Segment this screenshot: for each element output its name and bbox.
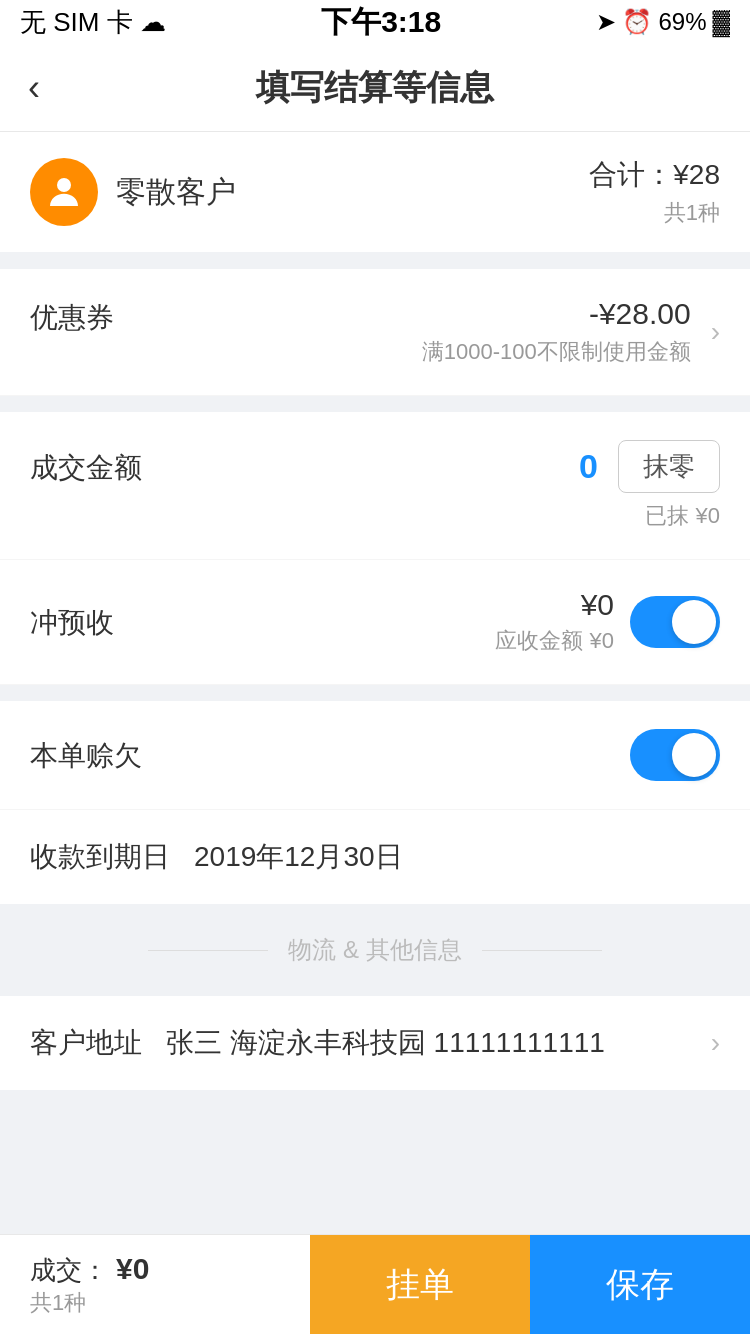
transaction-sub: 已抹 ¥0 <box>30 501 720 531</box>
status-left: 无 SIM 卡 ☁ <box>20 5 166 40</box>
total-amount: 合计：¥28 <box>589 156 720 194</box>
coupon-value-block: -¥28.00 满1000-100不限制使用金额 <box>422 297 691 367</box>
coupon-value: -¥28.00 <box>422 297 691 331</box>
due-date-value: 2019年12月30日 <box>194 838 403 876</box>
gap-1 <box>0 253 750 269</box>
prereceive-row: 冲预收 ¥0 应收金额 ¥0 <box>0 560 750 685</box>
page-title: 填写结算等信息 <box>256 65 494 111</box>
transaction-top: 成交金额 0 抹零 <box>30 440 720 493</box>
coupon-row[interactable]: 优惠券 -¥28.00 满1000-100不限制使用金额 › <box>0 269 750 396</box>
gap-3 <box>0 685 750 701</box>
user-icon <box>43 171 85 213</box>
logistics-label: 物流 & 其他信息 <box>148 934 601 966</box>
location-icon: ➤ <box>596 8 616 36</box>
nav-bar: ‹ 填写结算等信息 <box>0 44 750 132</box>
prereceive-amount: ¥0 <box>495 588 614 622</box>
toggle-knob <box>672 600 716 644</box>
status-time: 下午3:18 <box>321 2 441 43</box>
bottom-summary-top: 成交： ¥0 <box>30 1252 280 1288</box>
gap-12 <box>0 1186 750 1202</box>
total-count: 共1种 <box>589 198 720 228</box>
bottom-summary: 成交： ¥0 共1种 <box>0 1252 310 1318</box>
transaction-label: 成交金额 <box>30 447 142 487</box>
customer-name: 零散客户 <box>116 172 236 213</box>
arrears-label: 本单赊欠 <box>30 735 142 775</box>
sim-wifi-label: 无 SIM 卡 ☁ <box>20 5 166 40</box>
deal-label: 成交： <box>30 1253 108 1288</box>
arrears-toggle-knob <box>672 733 716 777</box>
gap-10 <box>0 1154 750 1170</box>
prereceive-sub: 应收金额 ¥0 <box>495 626 614 656</box>
address-label: 客户地址 <box>30 1024 142 1062</box>
coupon-label: 优惠券 <box>30 297 114 337</box>
svg-point-0 <box>57 178 71 192</box>
hold-button[interactable]: 挂单 <box>310 1235 530 1335</box>
status-right: ➤ ⏰ 69% ▓ <box>596 8 730 36</box>
transaction-input-wrap: 0 抹零 <box>579 440 720 493</box>
due-date-row[interactable]: 收款到期日 2019年12月30日 <box>0 809 750 904</box>
gap-2 <box>0 396 750 412</box>
address-chevron: › <box>711 1027 720 1059</box>
transaction-row: 成交金额 0 抹零 已抹 ¥0 <box>0 412 750 560</box>
back-button[interactable]: ‹ <box>28 67 40 109</box>
coupon-chevron: › <box>711 316 720 348</box>
status-bar: 无 SIM 卡 ☁ 下午3:18 ➤ ⏰ 69% ▓ <box>0 0 750 44</box>
gap-5 <box>0 980 750 996</box>
battery-label: 69% <box>658 8 706 36</box>
deal-count: 共1种 <box>30 1288 280 1318</box>
content-area: 零散客户 合计：¥28 共1种 优惠券 -¥28.00 满1000-100不限制… <box>0 132 750 1322</box>
gap-6 <box>0 1090 750 1106</box>
logistics-divider: 物流 & 其他信息 <box>0 920 750 980</box>
customer-row: 零散客户 合计：¥28 共1种 <box>0 132 750 253</box>
arrears-row: 本单赊欠 <box>0 701 750 809</box>
round-button[interactable]: 抹零 <box>618 440 720 493</box>
arrears-toggle[interactable] <box>630 729 720 781</box>
gap-9 <box>0 1138 750 1154</box>
prereceive-label: 冲预收 <box>30 602 114 642</box>
transaction-value[interactable]: 0 <box>579 447 598 486</box>
coupon-right: -¥28.00 满1000-100不限制使用金额 › <box>422 297 720 367</box>
alarm-icon: ⏰ <box>622 8 652 36</box>
coupon-desc: 满1000-100不限制使用金额 <box>422 337 691 367</box>
prereceive-toggle[interactable] <box>630 596 720 648</box>
bottom-bar: 成交： ¥0 共1种 挂单 保存 <box>0 1234 750 1334</box>
customer-avatar <box>30 158 98 226</box>
prereceive-vals: ¥0 应收金额 ¥0 <box>495 588 614 656</box>
battery-icon: ▓ <box>713 8 731 36</box>
deal-amount: ¥0 <box>116 1252 149 1286</box>
due-date-label: 收款到期日 <box>30 838 170 876</box>
gap-8 <box>0 1122 750 1138</box>
gap-11 <box>0 1170 750 1186</box>
customer-summary: 合计：¥28 共1种 <box>589 156 720 228</box>
gap-7 <box>0 1106 750 1122</box>
address-value: 张三 海淀永丰科技园 11111111111 <box>166 1024 707 1062</box>
customer-left: 零散客户 <box>30 158 236 226</box>
gap-4 <box>0 904 750 920</box>
address-row[interactable]: 客户地址 张三 海淀永丰科技园 11111111111 › <box>0 996 750 1090</box>
prereceive-right: ¥0 应收金额 ¥0 <box>495 588 720 656</box>
save-button[interactable]: 保存 <box>530 1235 750 1335</box>
